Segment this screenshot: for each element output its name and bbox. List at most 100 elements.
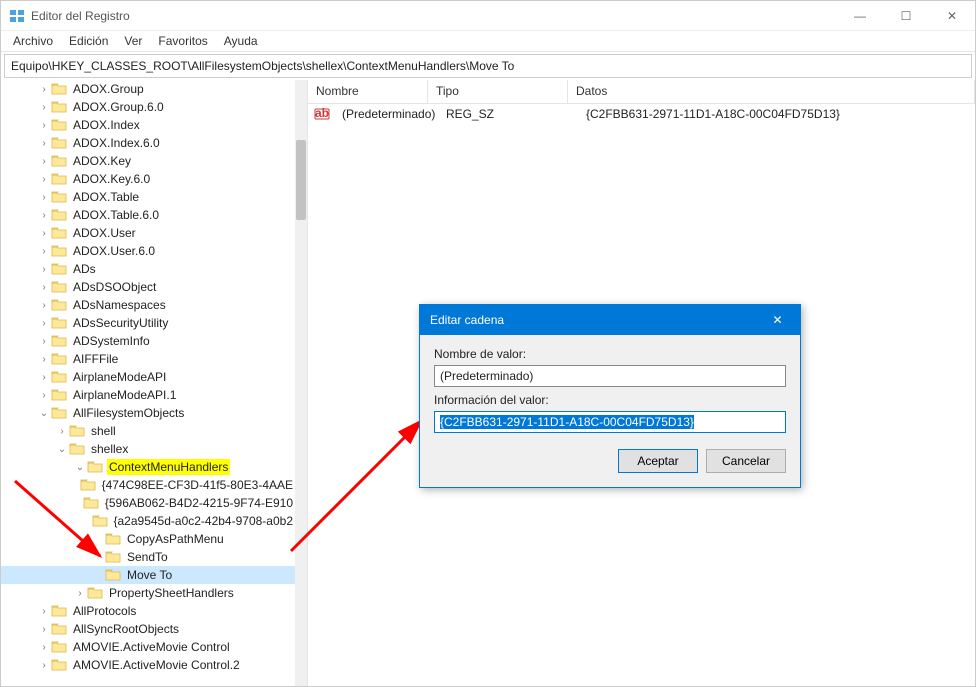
- chevron-right-icon[interactable]: ›: [37, 244, 51, 258]
- chevron-right-icon[interactable]: ›: [73, 586, 87, 600]
- chevron-right-icon[interactable]: ›: [37, 298, 51, 312]
- tree-item-label: ADOX.User: [71, 225, 138, 241]
- value-data-field[interactable]: {C2FBB631-2971-11D1-A18C-00C04FD75D13}: [434, 411, 786, 433]
- tree-item[interactable]: ›ADOX.Key: [1, 152, 295, 170]
- tree-scrollbar[interactable]: [295, 80, 307, 686]
- tree-item[interactable]: › ADOX.User: [1, 224, 295, 242]
- tree-item[interactable]: {474C98EE-CF3D-41f5-80E3-4AAE: [1, 476, 295, 494]
- chevron-right-icon[interactable]: ›: [37, 316, 51, 330]
- tree-item-label: AMOVIE.ActiveMovie Control.2: [71, 657, 242, 673]
- col-name[interactable]: Nombre: [308, 80, 428, 103]
- tree-item[interactable]: ⌄ContextMenuHandlers: [1, 458, 295, 476]
- minimize-button[interactable]: —: [837, 1, 883, 30]
- tree-item-label: ADOX.Table: [71, 189, 141, 205]
- chevron-right-icon[interactable]: ›: [37, 352, 51, 366]
- folder-icon: [51, 172, 67, 186]
- chevron-right-icon[interactable]: ›: [37, 172, 51, 186]
- menu-help[interactable]: Ayuda: [216, 32, 266, 50]
- value-data-label: Información del valor:: [434, 393, 786, 407]
- tree-item-label: ADsNamespaces: [71, 297, 168, 313]
- tree-item[interactable]: SendTo: [1, 548, 295, 566]
- tree-item[interactable]: ›shell: [1, 422, 295, 440]
- chevron-right-icon[interactable]: ›: [37, 334, 51, 348]
- menu-edit[interactable]: Edición: [61, 32, 116, 50]
- folder-icon: [51, 82, 67, 96]
- tree-item[interactable]: ⌄shellex: [1, 440, 295, 458]
- chevron-right-icon[interactable]: ›: [37, 190, 51, 204]
- chevron-right-icon[interactable]: ›: [37, 388, 51, 402]
- folder-icon: [51, 334, 67, 348]
- tree-item[interactable]: ⌄AllFilesystemObjects: [1, 404, 295, 422]
- tree-item[interactable]: ›ADOX.Key.6.0: [1, 170, 295, 188]
- chevron-right-icon[interactable]: ›: [37, 226, 51, 240]
- chevron-right-icon[interactable]: ›: [37, 118, 51, 132]
- tree-item[interactable]: › ADsDSOObject: [1, 278, 295, 296]
- col-data[interactable]: Datos: [568, 80, 975, 103]
- tree-item[interactable]: ›ADOX.User.6.0: [1, 242, 295, 260]
- chevron-right-icon[interactable]: ›: [37, 262, 51, 276]
- chevron-right-icon[interactable]: ›: [37, 82, 51, 96]
- tree-item[interactable]: ›ADOX.Group.6.0: [1, 98, 295, 116]
- tree-item[interactable]: ›ADsSecurityUtility: [1, 314, 295, 332]
- tree-item[interactable]: › ADsNamespaces: [1, 296, 295, 314]
- tree-item[interactable]: {596AB062-B4D2-4215-9F74-E910: [1, 494, 295, 512]
- tree-item[interactable]: ›ADOX.Table.6.0: [1, 206, 295, 224]
- cell-data: {C2FBB631-2971-11D1-A18C-00C04FD75D13}: [578, 107, 848, 121]
- chevron-right-icon[interactable]: ›: [37, 640, 51, 654]
- window-controls: — ☐ ✕: [837, 1, 975, 30]
- chevron-right-icon[interactable]: ›: [37, 154, 51, 168]
- tree-item[interactable]: CopyAsPathMenu: [1, 530, 295, 548]
- chevron-right-icon[interactable]: ›: [37, 208, 51, 222]
- chevron-right-icon[interactable]: ›: [37, 370, 51, 384]
- tree-item[interactable]: › AMOVIE.ActiveMovie Control.2: [1, 656, 295, 674]
- list-header: Nombre Tipo Datos: [308, 80, 975, 104]
- chevron-down-icon[interactable]: ⌄: [55, 442, 69, 456]
- chevron-right-icon[interactable]: ›: [37, 658, 51, 672]
- tree-item[interactable]: ›AMOVIE.ActiveMovie Control: [1, 638, 295, 656]
- address-bar[interactable]: Equipo\HKEY_CLASSES_ROOT\AllFilesystemOb…: [4, 54, 972, 78]
- tree-item[interactable]: ›AllProtocols: [1, 602, 295, 620]
- close-button[interactable]: ✕: [929, 1, 975, 30]
- chevron-right-icon[interactable]: ›: [37, 280, 51, 294]
- menu-file[interactable]: Archivo: [5, 32, 61, 50]
- chevron-right-icon[interactable]: ›: [37, 136, 51, 150]
- chevron-right-icon[interactable]: ›: [37, 604, 51, 618]
- tree-item[interactable]: › ADOX.Table: [1, 188, 295, 206]
- tree-item[interactable]: › ADOX.Index.6.0: [1, 134, 295, 152]
- chevron-down-icon[interactable]: ⌄: [73, 460, 87, 474]
- tree-item[interactable]: ›ADSystemInfo: [1, 332, 295, 350]
- folder-icon: [51, 190, 67, 204]
- tree-item[interactable]: ›AirplaneModeAPI.1: [1, 386, 295, 404]
- list-row[interactable]: ab (Predeterminado) REG_SZ {C2FBB631-297…: [308, 104, 975, 124]
- value-name-field[interactable]: (Predeterminado): [434, 365, 786, 387]
- tree-item-label: AllSyncRootObjects: [71, 621, 181, 637]
- tree-item[interactable]: › PropertySheetHandlers: [1, 584, 295, 602]
- tree-item[interactable]: ›ADOX.Index: [1, 116, 295, 134]
- chevron-right-icon[interactable]: ›: [37, 622, 51, 636]
- tree-item-label: ADOX.Index.6.0: [71, 135, 162, 151]
- tree-item[interactable]: › ADs: [1, 260, 295, 278]
- dialog-body: Nombre de valor: (Predeterminado) Inform…: [420, 335, 800, 487]
- chevron-right-icon[interactable]: ›: [55, 424, 69, 438]
- tree-item[interactable]: ›ADOX.Group: [1, 80, 295, 98]
- tree-scrollbar-thumb[interactable]: [296, 140, 306, 220]
- tree-item[interactable]: {a2a9545d-a0c2-42b4-9708-a0b2: [1, 512, 295, 530]
- dialog-close-button[interactable]: ✕: [755, 305, 800, 335]
- cancel-button[interactable]: Cancelar: [706, 449, 786, 473]
- tree-item[interactable]: Move To: [1, 566, 295, 584]
- col-type[interactable]: Tipo: [428, 80, 568, 103]
- ok-button[interactable]: Aceptar: [618, 449, 698, 473]
- dialog-titlebar[interactable]: Editar cadena ✕: [420, 305, 800, 335]
- tree-item[interactable]: ›AIFFFile: [1, 350, 295, 368]
- menu-view[interactable]: Ver: [116, 32, 150, 50]
- folder-icon: [105, 550, 121, 564]
- chevron-down-icon[interactable]: ⌄: [37, 406, 51, 420]
- tree-item-label: PropertySheetHandlers: [107, 585, 236, 601]
- chevron-right-icon[interactable]: ›: [37, 100, 51, 114]
- tree-item[interactable]: › AllSyncRootObjects: [1, 620, 295, 638]
- tree-item[interactable]: ›AirplaneModeAPI: [1, 368, 295, 386]
- tree-item-label: ADs: [71, 261, 98, 277]
- maximize-button[interactable]: ☐: [883, 1, 929, 30]
- menu-favorites[interactable]: Favoritos: [150, 32, 215, 50]
- tree-item-label: ADsDSOObject: [71, 279, 158, 295]
